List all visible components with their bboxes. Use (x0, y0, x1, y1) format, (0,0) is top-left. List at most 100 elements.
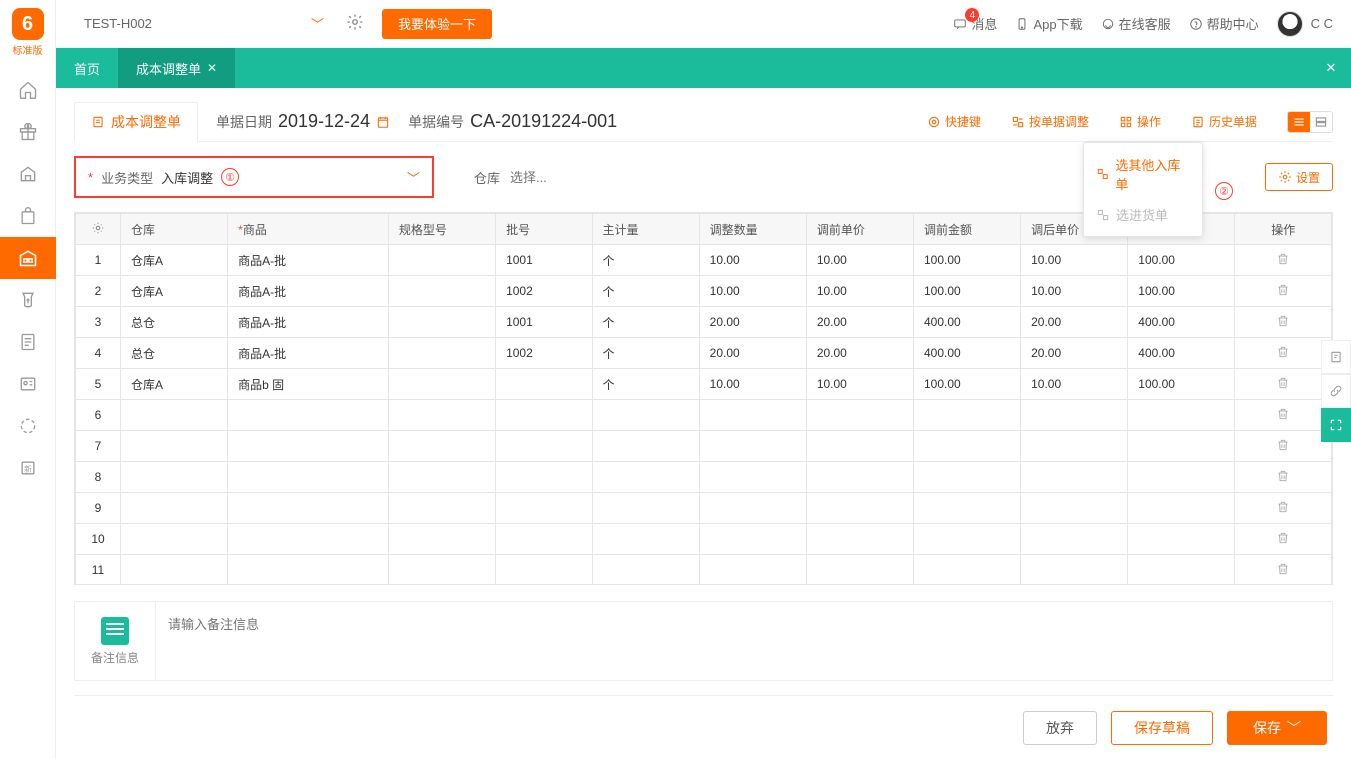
cell-unit[interactable]: 个 (592, 369, 699, 400)
settings-icon[interactable] (346, 13, 364, 34)
cell-post-unit[interactable]: 20.00 (1021, 307, 1128, 338)
cell-delete[interactable] (1235, 462, 1332, 493)
project-select[interactable]: TEST-H002 ﹀ (74, 9, 334, 39)
tab-home[interactable]: 首页 (56, 48, 118, 88)
close-icon[interactable]: ✕ (207, 61, 217, 75)
cell-unit[interactable]: 个 (592, 307, 699, 338)
view-list-icon[interactable] (1288, 112, 1310, 132)
nav-home-icon[interactable] (0, 69, 56, 111)
dock-expand-icon[interactable] (1321, 408, 1351, 442)
warehouse-input[interactable] (510, 170, 630, 185)
action-shortcut[interactable]: 快捷键 (927, 113, 981, 130)
cell-qty[interactable]: 10.00 (699, 245, 806, 276)
save-button[interactable]: 保存﹀ (1227, 711, 1327, 745)
table-row[interactable]: 1 仓库A 商品A-批 1001 个 10.00 10.00 100.00 10… (76, 245, 1332, 276)
table-row[interactable]: 2 仓库A 商品A-批 1002 个 10.00 10.00 100.00 10… (76, 276, 1332, 307)
table-row[interactable]: 8 (76, 462, 1332, 493)
action-ops[interactable]: 操作 (1119, 113, 1161, 130)
cell-post-unit[interactable]: 10.00 (1021, 245, 1128, 276)
cell-product[interactable]: 商品b 固 (228, 369, 389, 400)
cell-pre-unit[interactable]: 20.00 (806, 307, 913, 338)
cell-post-unit[interactable]: 10.00 (1021, 369, 1128, 400)
cell-pre-unit[interactable]: 10.00 (806, 245, 913, 276)
action-adjust[interactable]: 按单据调整 (1011, 113, 1089, 130)
table-row[interactable]: 10 (76, 524, 1332, 555)
action-history[interactable]: 历史单据 (1191, 113, 1257, 130)
cell-qty[interactable]: 10.00 (699, 276, 806, 307)
cell-product[interactable]: 商品A-批 (228, 276, 389, 307)
cell-delete[interactable] (1235, 276, 1332, 307)
cell-delete[interactable] (1235, 338, 1332, 369)
cell-pre-amt[interactable]: 100.00 (913, 245, 1020, 276)
cell-unit[interactable]: 个 (592, 245, 699, 276)
discard-button[interactable]: 放弃 (1023, 711, 1097, 745)
app-download-link[interactable]: App下载 (1015, 14, 1082, 33)
cell-spec[interactable] (388, 307, 495, 338)
nav-house-icon[interactable] (0, 153, 56, 195)
cell-batch[interactable]: 1002 (496, 276, 592, 307)
nav-bag-icon[interactable] (0, 195, 56, 237)
calendar-icon[interactable] (376, 115, 390, 129)
cell-post-amt[interactable]: 100.00 (1128, 245, 1235, 276)
cell-delete[interactable] (1235, 493, 1332, 524)
nav-money-icon[interactable] (0, 279, 56, 321)
doc-title-tab[interactable]: 成本调整单 (74, 102, 198, 142)
cell-qty[interactable]: 10.00 (699, 369, 806, 400)
cell-delete[interactable] (1235, 555, 1332, 586)
cell-delete[interactable] (1235, 307, 1332, 338)
tab-cost[interactable]: 成本调整单 ✕ (118, 48, 235, 88)
nav-new-icon[interactable]: 新 (0, 447, 56, 489)
cell-product[interactable]: 商品A-批 (228, 338, 389, 369)
table-row[interactable]: 3 总仓 商品A-批 1001 个 20.00 20.00 400.00 20.… (76, 307, 1332, 338)
cell-pre-unit[interactable]: 20.00 (806, 338, 913, 369)
help-link[interactable]: 帮助中心 (1189, 14, 1259, 33)
nav-doc-icon[interactable] (0, 321, 56, 363)
view-grid-icon[interactable] (1310, 112, 1332, 132)
cell-qty[interactable]: 20.00 (699, 307, 806, 338)
nav-warehouse-icon[interactable] (0, 237, 56, 279)
cell-warehouse[interactable]: 仓库A (121, 245, 228, 276)
cell-batch[interactable]: 1002 (496, 338, 592, 369)
messages-link[interactable]: 消息 4 (953, 14, 997, 33)
cell-spec[interactable] (388, 276, 495, 307)
nav-card-icon[interactable] (0, 363, 56, 405)
cell-pre-amt[interactable]: 400.00 (913, 307, 1020, 338)
settings-button[interactable]: 设置 (1265, 163, 1333, 191)
cell-post-unit[interactable]: 10.00 (1021, 276, 1128, 307)
cell-spec[interactable] (388, 245, 495, 276)
cell-delete[interactable] (1235, 431, 1332, 462)
cell-delete[interactable] (1235, 369, 1332, 400)
table-row[interactable]: 11 (76, 555, 1332, 586)
cell-delete[interactable] (1235, 400, 1332, 431)
cell-batch[interactable]: 1001 (496, 307, 592, 338)
dock-note-icon[interactable] (1321, 340, 1351, 374)
cell-product[interactable]: 商品A-批 (228, 245, 389, 276)
cell-post-amt[interactable]: 400.00 (1128, 307, 1235, 338)
cell-post-amt[interactable]: 400.00 (1128, 338, 1235, 369)
cell-post-unit[interactable]: 20.00 (1021, 338, 1128, 369)
table-row[interactable]: 4 总仓 商品A-批 1002 个 20.00 20.00 400.00 20.… (76, 338, 1332, 369)
cell-spec[interactable] (388, 338, 495, 369)
col-gear[interactable] (76, 214, 121, 245)
cell-delete[interactable] (1235, 524, 1332, 555)
remark-input[interactable] (155, 602, 1332, 680)
table-row[interactable]: 9 (76, 493, 1332, 524)
cell-product[interactable]: 商品A-批 (228, 307, 389, 338)
cell-pre-amt[interactable]: 100.00 (913, 369, 1020, 400)
cell-batch[interactable]: 1001 (496, 245, 592, 276)
cell-unit[interactable]: 个 (592, 338, 699, 369)
cell-post-amt[interactable]: 100.00 (1128, 276, 1235, 307)
business-type-field[interactable]: * 业务类型 入库调整 ① ﹀ (74, 156, 434, 198)
cell-warehouse[interactable]: 仓库A (121, 369, 228, 400)
cell-pre-amt[interactable]: 100.00 (913, 276, 1020, 307)
nav-gift-icon[interactable] (0, 111, 56, 153)
save-draft-button[interactable]: 保存草稿 (1111, 711, 1213, 745)
cell-pre-amt[interactable]: 400.00 (913, 338, 1020, 369)
dock-link-icon[interactable] (1321, 374, 1351, 408)
popup-other-in[interactable]: 选其他入库单 (1084, 149, 1202, 199)
cell-post-amt[interactable]: 100.00 (1128, 369, 1235, 400)
cell-qty[interactable]: 20.00 (699, 338, 806, 369)
cell-pre-unit[interactable]: 10.00 (806, 276, 913, 307)
avatar[interactable] (1277, 11, 1303, 37)
tabs-close-all[interactable]: ✕ (1311, 48, 1351, 88)
